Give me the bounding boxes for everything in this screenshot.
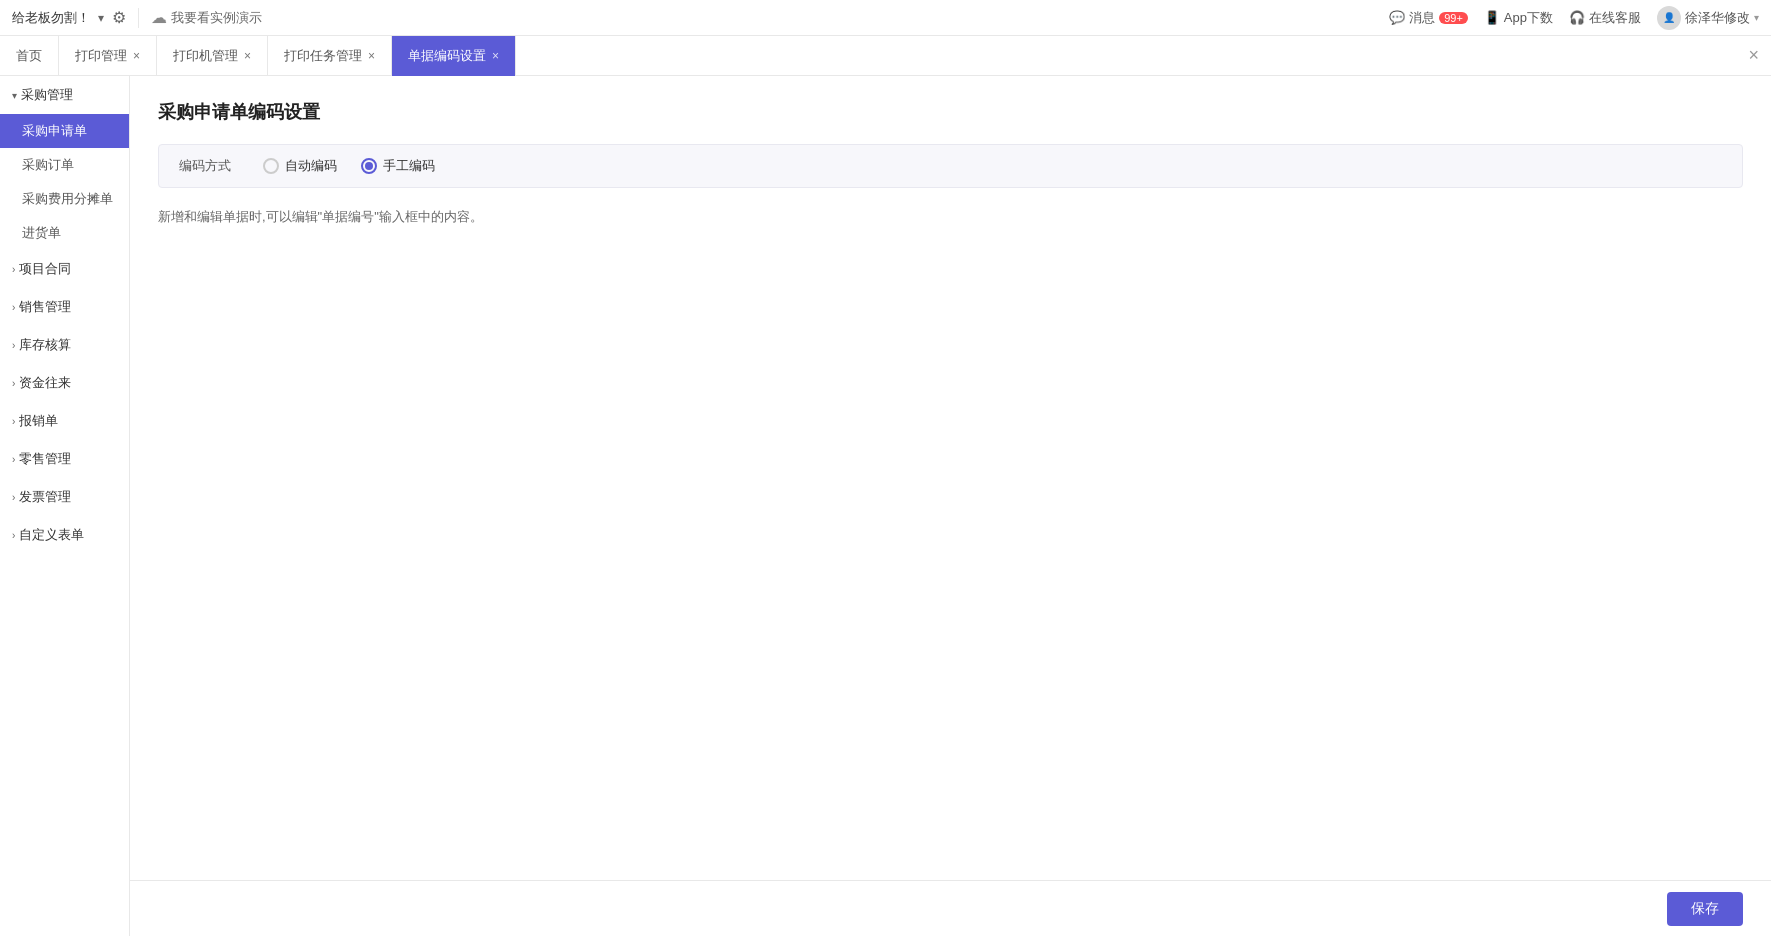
sidebar-group-project-title[interactable]: › 项目合同: [0, 250, 129, 288]
encoding-label: 编码方式: [179, 157, 231, 175]
sidebar-group-custom: › 自定义表单: [0, 516, 129, 554]
tab-printer-manage-label: 打印机管理: [173, 47, 238, 65]
sidebar-group-expense-title[interactable]: › 报销单: [0, 402, 129, 440]
sidebar-group-capital: › 资金往来: [0, 364, 129, 402]
retail-arrow-icon: ›: [12, 454, 15, 465]
purchase-arrow-icon: ▾: [12, 90, 17, 101]
tab-print-manage-label: 打印管理: [75, 47, 127, 65]
page-title: 采购申请单编码设置: [158, 100, 1743, 124]
sidebar-item-purchase-order[interactable]: 采购订单: [0, 148, 129, 182]
tab-code-setting[interactable]: 单据编码设置 ×: [392, 36, 516, 76]
tab-code-setting-close[interactable]: ×: [492, 49, 499, 63]
tab-home-label: 首页: [16, 47, 42, 65]
divider: [138, 8, 139, 28]
app-download-button[interactable]: 📱 App下数: [1484, 9, 1553, 27]
auto-code-radio[interactable]: [263, 158, 279, 174]
project-arrow-icon: ›: [12, 264, 15, 275]
manual-code-radio[interactable]: [361, 158, 377, 174]
user-name: 徐泽华修改: [1685, 9, 1750, 27]
hint-text: 新增和编辑单据时,可以编辑"单据编号"输入框中的内容。: [158, 208, 1743, 226]
top-bar-left: 给老板勿割！ ▾ ⚙ ☁ 我要看实例演示: [12, 8, 262, 28]
demo-text: 我要看实例演示: [171, 9, 262, 27]
tab-print-task[interactable]: 打印任务管理 ×: [268, 36, 392, 76]
tab-printer-manage[interactable]: 打印机管理 ×: [157, 36, 268, 76]
sidebar-group-purchase: ▾ 采购管理 采购申请单 采购订单 采购费用分摊单 进货单: [0, 76, 129, 250]
sidebar-group-retail-title[interactable]: › 零售管理: [0, 440, 129, 478]
sidebar-item-purchase-expense[interactable]: 采购费用分摊单: [0, 182, 129, 216]
footer-bar: 保存: [130, 880, 1771, 936]
top-bar: 给老板勿割！ ▾ ⚙ ☁ 我要看实例演示 💬 消息 99+ 📱 App下数 🎧 …: [0, 0, 1771, 36]
settings-icon[interactable]: ⚙: [112, 8, 126, 27]
tab-printer-manage-close[interactable]: ×: [244, 49, 251, 63]
online-service-label: 在线客服: [1589, 9, 1641, 27]
headset-icon: 🎧: [1569, 10, 1585, 25]
retail-group-label: 零售管理: [19, 450, 71, 468]
capital-arrow-icon: ›: [12, 378, 15, 389]
online-service-button[interactable]: 🎧 在线客服: [1569, 9, 1641, 27]
title-dropdown-icon[interactable]: ▾: [98, 11, 104, 25]
sidebar-group-sales-title[interactable]: › 销售管理: [0, 288, 129, 326]
sidebar-group-capital-title[interactable]: › 资金往来: [0, 364, 129, 402]
sidebar-item-purchase-request[interactable]: 采购申请单: [0, 114, 129, 148]
sidebar-group-invoice: › 发票管理: [0, 478, 129, 516]
invoice-group-label: 发票管理: [19, 488, 71, 506]
main-layout: ▾ 采购管理 采购申请单 采购订单 采购费用分摊单 进货单 › 项目合同: [0, 76, 1771, 936]
project-group-label: 项目合同: [19, 260, 71, 278]
tab-print-manage[interactable]: 打印管理 ×: [59, 36, 157, 76]
manual-code-label: 手工编码: [383, 157, 435, 175]
sidebar: ▾ 采购管理 采购申请单 采购订单 采购费用分摊单 进货单 › 项目合同: [0, 76, 130, 936]
message-icon: 💬: [1389, 10, 1405, 25]
save-button[interactable]: 保存: [1667, 892, 1743, 926]
tab-home[interactable]: 首页: [0, 36, 59, 76]
tab-print-manage-close[interactable]: ×: [133, 49, 140, 63]
custom-group-label: 自定义表单: [19, 526, 84, 544]
sidebar-group-custom-title[interactable]: › 自定义表单: [0, 516, 129, 554]
app-icon: 📱: [1484, 10, 1500, 25]
expense-group-label: 报销单: [19, 412, 58, 430]
sidebar-group-inventory-title[interactable]: › 库存核算: [0, 326, 129, 364]
demo-link[interactable]: ☁ 我要看实例演示: [151, 8, 262, 27]
message-button[interactable]: 💬 消息 99+: [1389, 9, 1468, 27]
app-download-label: App下数: [1504, 9, 1553, 27]
sidebar-group-sales: › 销售管理: [0, 288, 129, 326]
avatar: 👤: [1657, 6, 1681, 30]
sidebar-group-invoice-title[interactable]: › 发票管理: [0, 478, 129, 516]
message-label: 消息: [1409, 9, 1435, 27]
tab-code-setting-label: 单据编码设置: [408, 47, 486, 65]
sidebar-group-purchase-title[interactable]: ▾ 采购管理: [0, 76, 129, 114]
sidebar-item-purchase-receipt[interactable]: 进货单: [0, 216, 129, 250]
sidebar-group-project: › 项目合同: [0, 250, 129, 288]
user-menu[interactable]: 👤 徐泽华修改 ▾: [1657, 6, 1759, 30]
purchase-group-label: 采购管理: [21, 86, 73, 104]
auto-code-option[interactable]: 自动编码: [263, 157, 337, 175]
tab-print-task-close[interactable]: ×: [368, 49, 375, 63]
capital-group-label: 资金往来: [19, 374, 71, 392]
invoice-arrow-icon: ›: [12, 492, 15, 503]
sales-arrow-icon: ›: [12, 302, 15, 313]
top-bar-right: 💬 消息 99+ 📱 App下数 🎧 在线客服 👤 徐泽华修改 ▾: [1389, 6, 1759, 30]
manual-code-option[interactable]: 手工编码: [361, 157, 435, 175]
custom-arrow-icon: ›: [12, 530, 15, 541]
auto-code-label: 自动编码: [285, 157, 337, 175]
tab-bar: 首页 打印管理 × 打印机管理 × 打印任务管理 × 单据编码设置 × ×: [0, 36, 1771, 76]
user-dropdown-icon: ▾: [1754, 12, 1759, 23]
sidebar-group-retail: › 零售管理: [0, 440, 129, 478]
expense-arrow-icon: ›: [12, 416, 15, 427]
tab-print-task-label: 打印任务管理: [284, 47, 362, 65]
app-title: 给老板勿割！: [12, 9, 90, 27]
message-badge: 99+: [1439, 12, 1468, 24]
encoding-section: 编码方式 自动编码 手工编码: [158, 144, 1743, 188]
content-area: 采购申请单编码设置 编码方式 自动编码 手工编码 新增和编辑单据时,可以编辑"单…: [130, 76, 1771, 936]
cloud-icon: ☁: [151, 8, 167, 27]
sales-group-label: 销售管理: [19, 298, 71, 316]
sidebar-group-expense: › 报销单: [0, 402, 129, 440]
inventory-group-label: 库存核算: [19, 336, 71, 354]
tab-bar-close-all[interactable]: ×: [1736, 45, 1771, 66]
sidebar-group-inventory: › 库存核算: [0, 326, 129, 364]
inventory-arrow-icon: ›: [12, 340, 15, 351]
